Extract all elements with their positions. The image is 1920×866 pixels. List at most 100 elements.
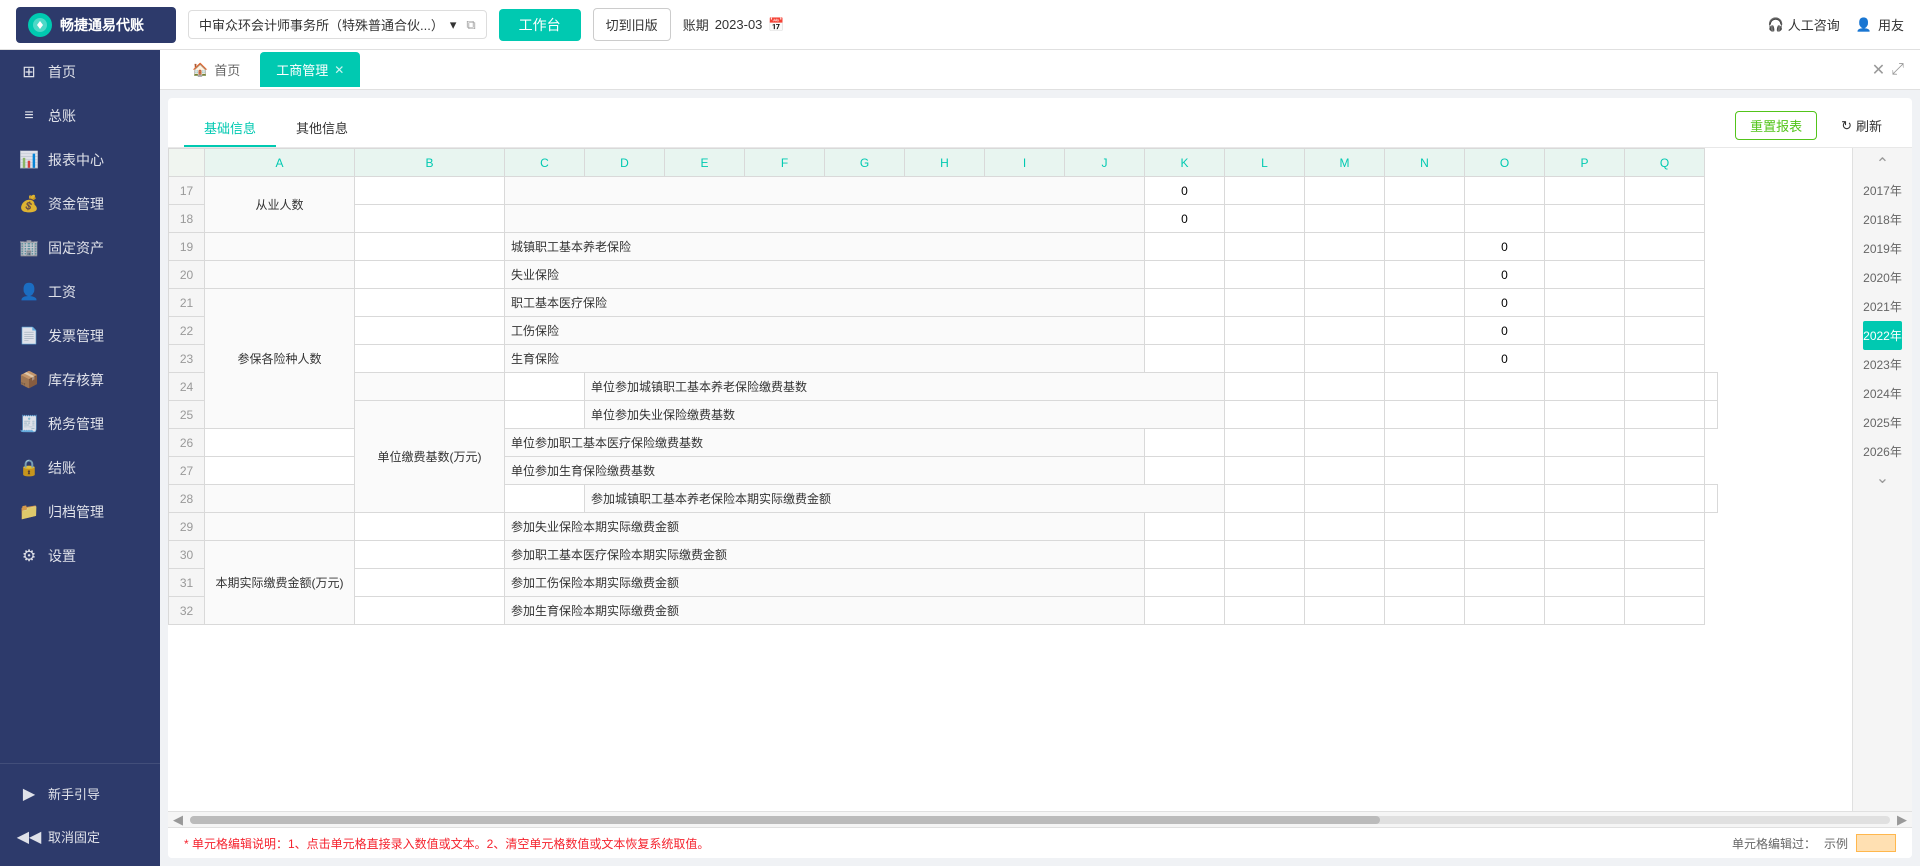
cell-m-32[interactable] (1305, 597, 1385, 625)
cell-o-20[interactable]: 0 (1465, 261, 1545, 289)
cell-n-17[interactable] (1385, 177, 1465, 205)
cell-b-20[interactable] (355, 261, 505, 289)
cell-b-27[interactable] (205, 457, 355, 485)
cell-n-20[interactable] (1385, 261, 1465, 289)
cell-a-20[interactable] (205, 261, 355, 289)
cell-o-25[interactable] (1545, 401, 1625, 429)
cell-o-23[interactable]: 0 (1465, 345, 1545, 373)
year-scroll-down[interactable]: ⌄ (1863, 466, 1903, 490)
sidebar-item-home[interactable]: ⊞首页 (0, 50, 160, 94)
sidebar-item-ledger[interactable]: ≡总账 (0, 94, 160, 138)
cell-k-22[interactable] (1145, 317, 1225, 345)
horizontal-scrollbar[interactable]: ◀ ▶ (168, 811, 1912, 827)
cell-k-32[interactable] (1145, 597, 1225, 625)
tab-industry[interactable]: 工商管理 ✕ (260, 52, 360, 87)
cell-p-32[interactable] (1545, 597, 1625, 625)
scroll-left-arrow[interactable]: ◀ (170, 812, 186, 828)
cell-k-18[interactable]: 0 (1145, 205, 1225, 233)
cell-m-24[interactable] (1385, 373, 1465, 401)
year-item-2020年[interactable]: 2020年 (1863, 263, 1902, 292)
cell-p-19[interactable] (1545, 233, 1625, 261)
cell-m-23[interactable] (1305, 345, 1385, 373)
cell-o-26[interactable] (1465, 429, 1545, 457)
sidebar-item-tax[interactable]: 🧾税务管理 (0, 402, 160, 446)
cell-o-29[interactable] (1465, 513, 1545, 541)
cell-n-24[interactable] (1465, 373, 1545, 401)
cell-o-22[interactable]: 0 (1465, 317, 1545, 345)
sidebar-item-settings[interactable]: ⚙设置 (0, 534, 160, 578)
cell-c-20[interactable]: 失业保险 (505, 261, 1145, 289)
year-item-2024年[interactable]: 2024年 (1863, 379, 1902, 408)
cell-n-31[interactable] (1385, 569, 1465, 597)
cell-k-19[interactable] (1145, 233, 1225, 261)
cell-q-20[interactable] (1625, 261, 1705, 289)
cell-m-27[interactable] (1305, 457, 1385, 485)
cell-k-29[interactable] (1145, 513, 1225, 541)
cell-p-28[interactable] (1625, 485, 1705, 513)
cell-c-19[interactable]: 城镇职工基本养老保险 (505, 233, 1145, 261)
cell-n-25[interactable] (1465, 401, 1545, 429)
cell-l-19[interactable] (1225, 233, 1305, 261)
cell-a-19[interactable] (205, 233, 355, 261)
cell-n-21[interactable] (1385, 289, 1465, 317)
year-item-2025年[interactable]: 2025年 (1863, 408, 1902, 437)
cell-c-26[interactable]: 单位参加职工基本医疗保险缴费基数 (505, 429, 1145, 457)
cell-l-27[interactable] (1225, 457, 1305, 485)
cell-m-28[interactable] (1385, 485, 1465, 513)
cell-c-25[interactable]: 单位参加失业保险缴费基数 (585, 401, 1225, 429)
cell-p-26[interactable] (1545, 429, 1625, 457)
cell-q-23[interactable] (1625, 345, 1705, 373)
cell-a-25[interactable]: 单位缴费基数(万元) (355, 401, 505, 513)
cell-c-30[interactable]: 参加职工基本医疗保险本期实际缴费金额 (505, 541, 1145, 569)
sidebar-item-archive[interactable]: 📁归档管理 (0, 490, 160, 534)
cell-b-28[interactable] (505, 485, 585, 513)
sidebar-item-unpin[interactable]: ◀◀取消固定 (0, 815, 160, 858)
cell-k-24[interactable] (1225, 373, 1305, 401)
cell-o-32[interactable] (1465, 597, 1545, 625)
cell-m-20[interactable] (1305, 261, 1385, 289)
cell-b-24[interactable] (505, 373, 585, 401)
cell-b-25[interactable] (505, 401, 585, 429)
copy-icon[interactable]: ⧉ (466, 17, 475, 33)
year-item-2023年[interactable]: 2023年 (1863, 350, 1902, 379)
consult-button[interactable]: 🎧 人工咨询 (1768, 15, 1840, 34)
year-item-2018年[interactable]: 2018年 (1863, 205, 1902, 234)
cell-c-23[interactable]: 生育保险 (505, 345, 1145, 373)
cell-l-24[interactable] (1305, 373, 1385, 401)
cell-c-21[interactable]: 职工基本医疗保险 (505, 289, 1145, 317)
sidebar-item-assets[interactable]: 🏢固定资产 (0, 226, 160, 270)
cell-n-29[interactable] (1385, 513, 1465, 541)
cell-n-22[interactable] (1385, 317, 1465, 345)
cell-n-19[interactable] (1385, 233, 1465, 261)
cell-n-27[interactable] (1385, 457, 1465, 485)
cell-l-21[interactable] (1225, 289, 1305, 317)
cell-q-28[interactable] (1705, 485, 1718, 513)
cell-q-32[interactable] (1625, 597, 1705, 625)
cell-l-30[interactable] (1225, 541, 1305, 569)
cell-l-18[interactable] (1225, 205, 1305, 233)
sidebar-item-inventory[interactable]: 📦库存核算 (0, 358, 160, 402)
cell-k-28[interactable] (1225, 485, 1305, 513)
cell-q-17[interactable] (1625, 177, 1705, 205)
cell-p-21[interactable] (1545, 289, 1625, 317)
cell-b-26[interactable] (205, 429, 355, 457)
cell-p-29[interactable] (1545, 513, 1625, 541)
cell-m-29[interactable] (1305, 513, 1385, 541)
sub-tab-other[interactable]: 其他信息 (276, 110, 368, 147)
cell-m-17[interactable] (1305, 177, 1385, 205)
cell-b-31[interactable] (355, 569, 505, 597)
cell-p-20[interactable] (1545, 261, 1625, 289)
sidebar-item-reports[interactable]: 📊报表中心 (0, 138, 160, 182)
cell-b-21[interactable] (355, 289, 505, 317)
workbench-button[interactable]: 工作台 (499, 9, 581, 41)
cell-a-30[interactable]: 本期实际缴费金额(万元) (205, 541, 355, 625)
cell-p-17[interactable] (1545, 177, 1625, 205)
cell-l-28[interactable] (1305, 485, 1385, 513)
cell-l-25[interactable] (1305, 401, 1385, 429)
cell-q-24[interactable] (1705, 373, 1718, 401)
cell-k-31[interactable] (1145, 569, 1225, 597)
cell-o-19[interactable]: 0 (1465, 233, 1545, 261)
cell-m-21[interactable] (1305, 289, 1385, 317)
cell-c-18[interactable] (505, 205, 1145, 233)
cell-c-29[interactable]: 参加失业保险本期实际缴费金额 (505, 513, 1145, 541)
